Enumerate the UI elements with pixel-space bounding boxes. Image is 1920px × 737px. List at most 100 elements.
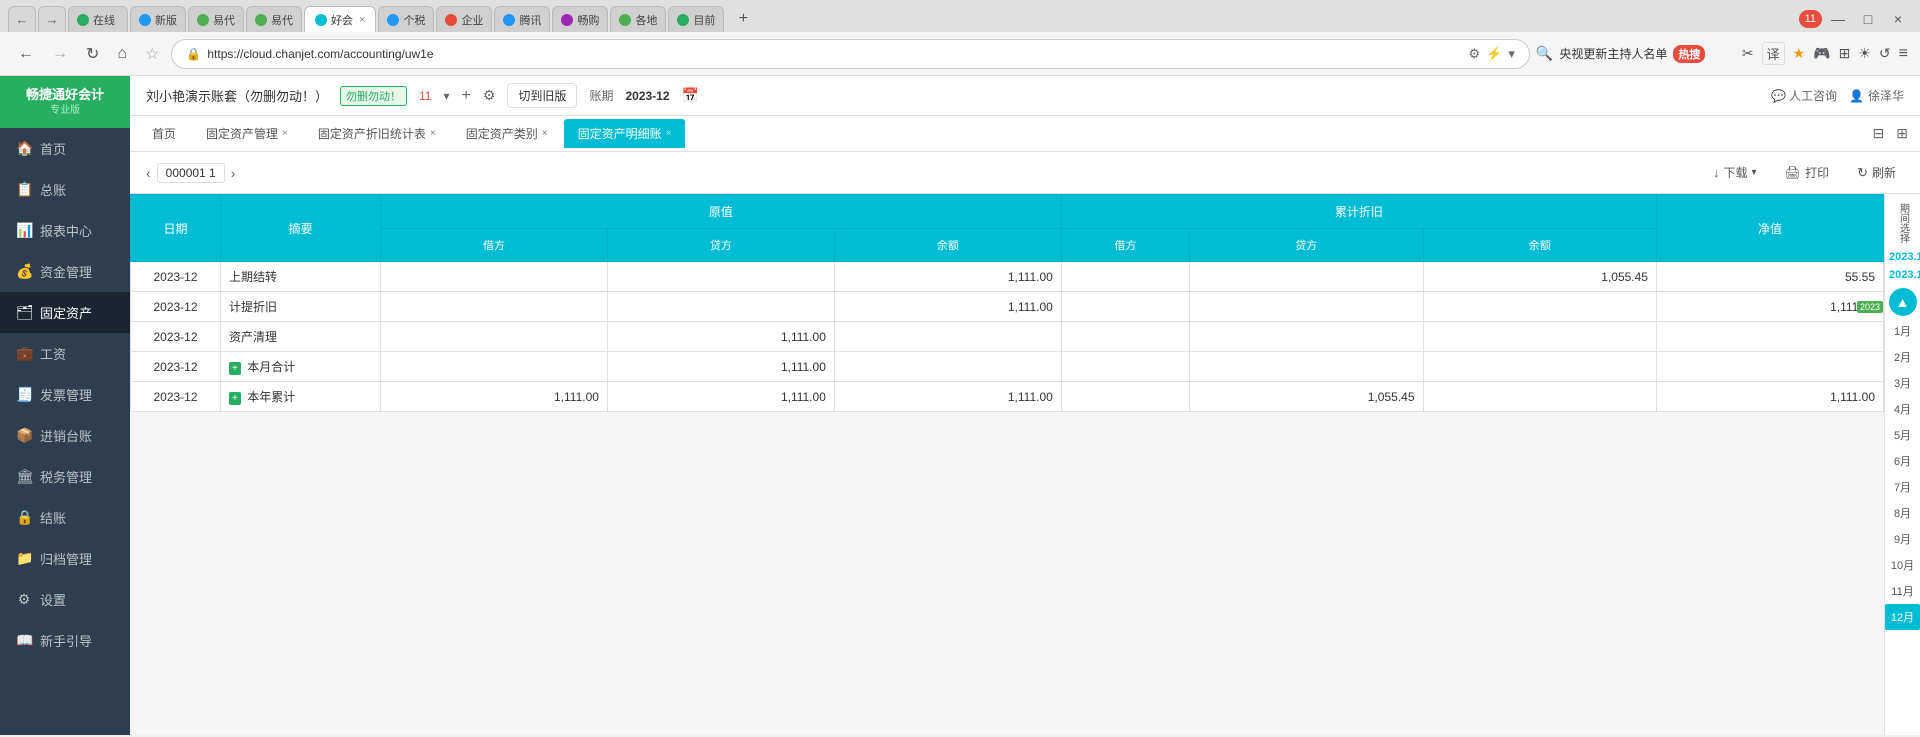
- sidebar-item-funds[interactable]: 💰 资金管理: [0, 251, 130, 292]
- new-tab-btn[interactable]: +: [730, 6, 756, 32]
- calendar-icon[interactable]: 📅: [682, 87, 699, 104]
- history-icon[interactable]: ↺: [1879, 45, 1891, 62]
- support-icon: 💬: [1771, 89, 1786, 103]
- download-btn[interactable]: ↓ 下载 ▾: [1705, 160, 1765, 185]
- switch-version-btn[interactable]: 切到旧版: [507, 83, 577, 108]
- page-settings-icon[interactable]: ⚙: [1469, 46, 1481, 62]
- tab-close-icon[interactable]: ×: [430, 128, 436, 139]
- tab-yidai1[interactable]: 易代: [188, 6, 244, 32]
- prev-page-btn[interactable]: ‹: [146, 165, 151, 181]
- tab-chang[interactable]: 畅购: [552, 6, 608, 32]
- cell-accum-debit: [1061, 322, 1189, 352]
- browser-forward[interactable]: →: [38, 6, 66, 32]
- tab-close-icon[interactable]: ×: [666, 128, 672, 139]
- expand-tab-btn[interactable]: ⊞: [1892, 123, 1912, 144]
- tab-qiye[interactable]: 企业: [436, 6, 492, 32]
- tab-close-icon[interactable]: ×: [359, 14, 365, 26]
- dropdown-icon[interactable]: ▾: [1508, 46, 1515, 62]
- sidebar-item-tax[interactable]: 🏛 税务管理: [0, 456, 130, 497]
- nav-back[interactable]: ←: [12, 41, 40, 67]
- sidebar-item-fixed-assets[interactable]: 🗂 固定资产: [0, 292, 130, 333]
- sidebar-item-closing[interactable]: 🔒 结账: [0, 497, 130, 538]
- game-icon[interactable]: 🎮: [1813, 45, 1830, 62]
- month-1[interactable]: 1月: [1885, 318, 1920, 344]
- sidebar-item-settings[interactable]: ⚙ 设置: [0, 579, 130, 620]
- sidebar-item-home[interactable]: 🏠 首页: [0, 128, 130, 169]
- scissors-icon[interactable]: ✂: [1742, 45, 1754, 62]
- print-btn[interactable]: 🖨 打印: [1777, 160, 1838, 185]
- nav-forward[interactable]: →: [46, 41, 74, 67]
- tab-close-icon[interactable]: ×: [282, 128, 288, 139]
- page-number[interactable]: 000001 1: [157, 163, 225, 183]
- month-8[interactable]: 8月: [1885, 500, 1920, 526]
- stockbook-icon: 📦: [16, 427, 32, 444]
- refresh-btn[interactable]: ↻ 刷新: [1849, 160, 1904, 185]
- cell-accum-debit: [1061, 352, 1189, 382]
- collapse-tab-btn[interactable]: ⊟: [1869, 123, 1889, 144]
- tab-haohui[interactable]: 好会 ×: [304, 6, 376, 32]
- window-minimize[interactable]: —: [1824, 6, 1852, 32]
- month-6[interactable]: 6月: [1885, 448, 1920, 474]
- lightning-icon[interactable]: ⚡: [1486, 46, 1502, 62]
- period-date-1[interactable]: 2023.12: [1885, 248, 1920, 266]
- tab-yidai2[interactable]: 易代: [246, 6, 302, 32]
- browser-back[interactable]: ←: [8, 6, 36, 32]
- float-btn-up[interactable]: ▲: [1889, 288, 1917, 316]
- browser-chrome: ← → 在线 新版 易代 易代 好会 × 个税 企业: [0, 0, 1920, 76]
- row-tag: +: [229, 362, 241, 375]
- support-btn[interactable]: 💬 人工咨询: [1771, 87, 1837, 104]
- cell-orig-balance: 1,111.00: [834, 292, 1061, 322]
- window-close[interactable]: ×: [1884, 6, 1912, 32]
- brightness-icon[interactable]: ☀: [1858, 45, 1871, 62]
- window-maximize[interactable]: □: [1854, 6, 1882, 32]
- sidebar-item-reports[interactable]: 📊 报表中心: [0, 210, 130, 251]
- sidebar-item-stockbook[interactable]: 📦 进销台账: [0, 415, 130, 456]
- more-icon[interactable]: ≡: [1899, 45, 1908, 63]
- sidebar-item-label: 进销台账: [40, 426, 92, 445]
- cell-date: 2023-12: [131, 382, 221, 412]
- tab-close-icon[interactable]: ×: [542, 128, 548, 139]
- month-11[interactable]: 11月: [1885, 578, 1920, 604]
- sidebar-item-invoice[interactable]: 🧾 发票管理: [0, 374, 130, 415]
- month-12[interactable]: 12月: [1885, 604, 1920, 630]
- grid-icon[interactable]: ⊞: [1839, 45, 1851, 62]
- settings-btn[interactable]: ⚙: [483, 87, 496, 104]
- print-label: 打印: [1805, 164, 1829, 181]
- tab-new[interactable]: 新版: [130, 6, 186, 32]
- sidebar-item-guide[interactable]: 📖 新手引导: [0, 620, 130, 661]
- address-bar[interactable]: 🔒 https://cloud.chanjet.com/accounting/u…: [171, 39, 1529, 69]
- nav-reload[interactable]: ↻: [80, 40, 105, 68]
- next-page-btn[interactable]: ›: [231, 165, 236, 181]
- tab-online[interactable]: 在线: [68, 6, 128, 32]
- tab-depreciation-stats[interactable]: 固定资产折旧统计表 ×: [304, 119, 450, 148]
- sidebar-item-ledger[interactable]: 📋 总账: [0, 169, 130, 210]
- tab-geshui[interactable]: 个税: [378, 6, 434, 32]
- month-7[interactable]: 7月: [1885, 474, 1920, 500]
- user-btn[interactable]: 👤 徐泽华: [1849, 87, 1904, 104]
- month-5[interactable]: 5月: [1885, 422, 1920, 448]
- nav-home[interactable]: ⌂: [111, 41, 133, 67]
- month-2[interactable]: 2月: [1885, 344, 1920, 370]
- tab-asset-ledger[interactable]: 固定资产明细账 ×: [564, 119, 686, 148]
- star-icon[interactable]: ★: [1793, 45, 1806, 62]
- sidebar-item-payroll[interactable]: 💼 工资: [0, 333, 130, 374]
- add-account-btn[interactable]: +: [462, 87, 471, 105]
- tab-asset-category[interactable]: 固定资产类别 ×: [452, 119, 562, 148]
- sidebar-logo: 畅捷通好会计 专业版: [0, 76, 130, 128]
- period-date-2[interactable]: 2023.12: [1885, 266, 1920, 284]
- tab-tencent[interactable]: 腾讯: [494, 6, 550, 32]
- month-10[interactable]: 10月: [1885, 552, 1920, 578]
- tab-fixed-assets-mgmt[interactable]: 固定资产管理 ×: [192, 119, 302, 148]
- month-4[interactable]: 4月: [1885, 396, 1920, 422]
- translate-icon[interactable]: 译: [1762, 42, 1785, 65]
- dropdown-arrow[interactable]: ▾: [443, 89, 449, 103]
- tab-muqian[interactable]: 目前: [668, 6, 724, 32]
- month-9[interactable]: 9月: [1885, 526, 1920, 552]
- nav-bookmark[interactable]: ☆: [139, 40, 165, 68]
- sidebar-item-archive[interactable]: 📁 归档管理: [0, 538, 130, 579]
- right-panel: 期间选择 2023.12 2023.12 ▲ 1月 2月 3月 4月 5月 6月…: [1884, 194, 1920, 735]
- tab-gedi[interactable]: 各地: [610, 6, 666, 32]
- count-badge: 11: [419, 89, 431, 103]
- month-3[interactable]: 3月: [1885, 370, 1920, 396]
- tab-home[interactable]: 首页: [138, 119, 190, 148]
